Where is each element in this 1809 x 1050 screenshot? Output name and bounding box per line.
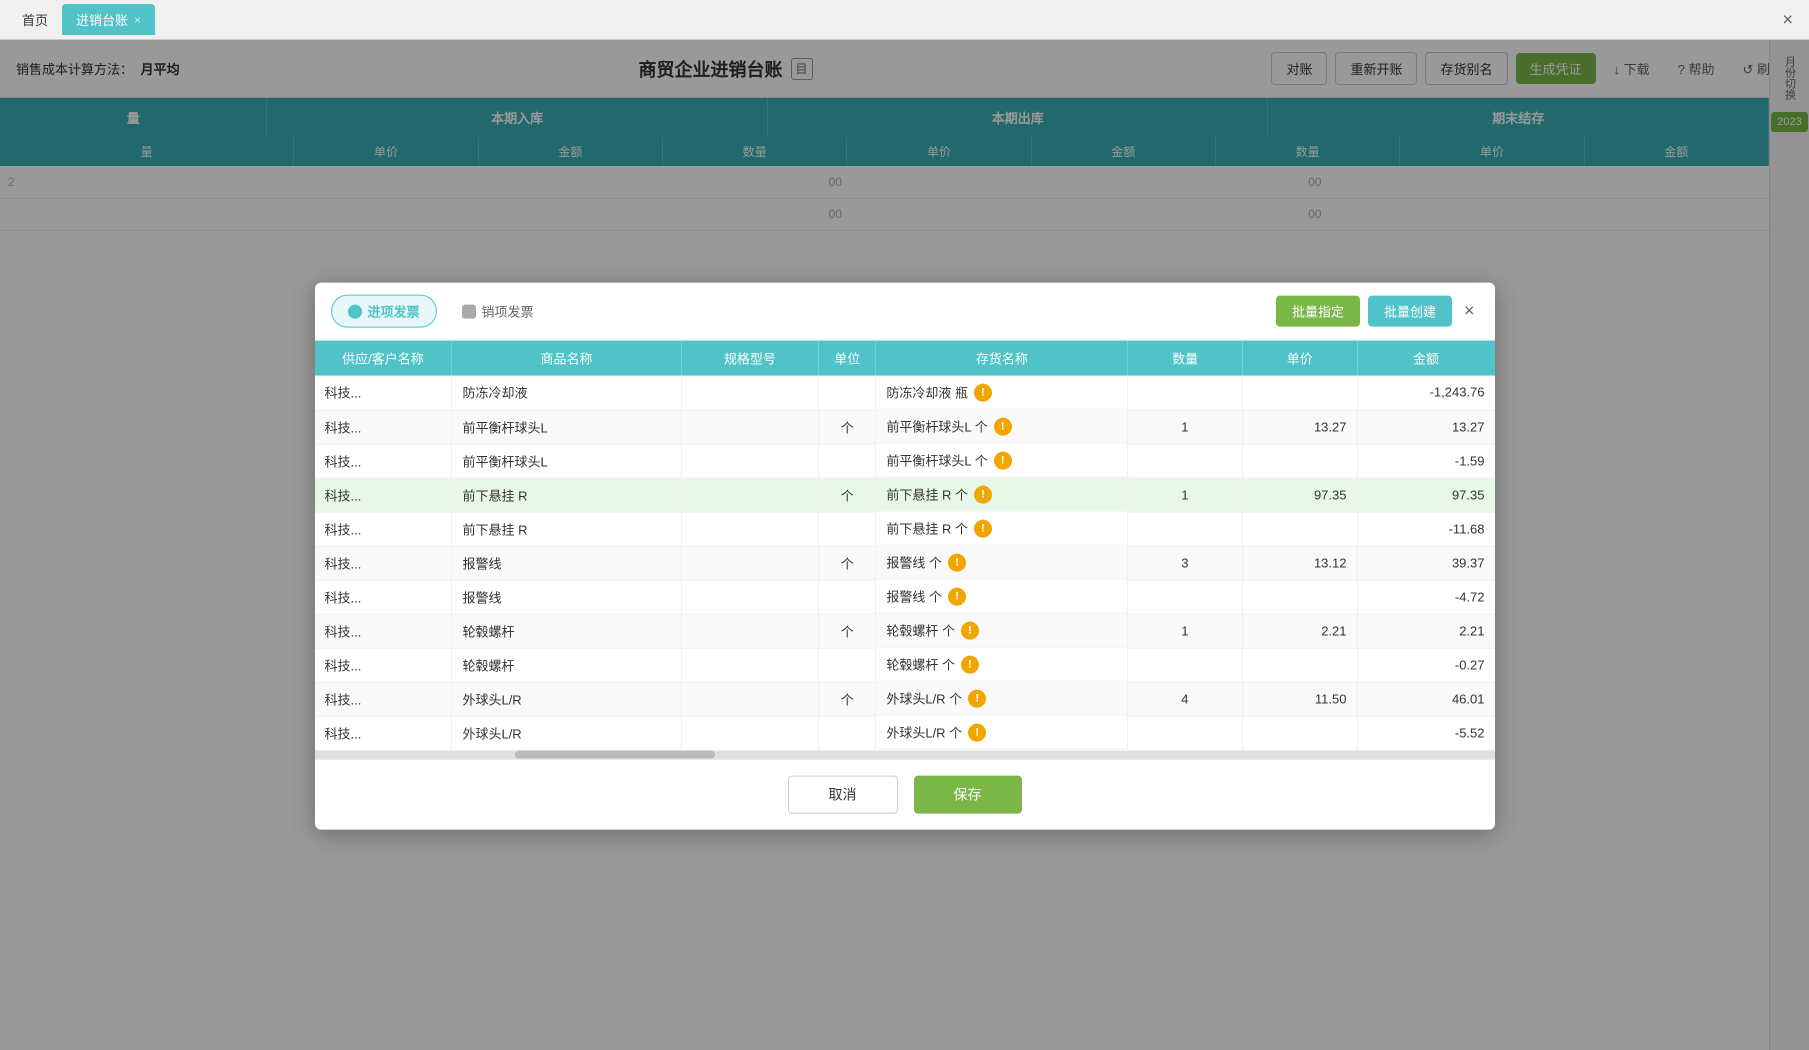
main-page: 销售成本计算方法： 月平均 商贸企业进销台账 目 对账 重新开账 存货别名 生成…	[0, 40, 1809, 1050]
modal-scrollbar-thumb[interactable]	[515, 750, 715, 758]
table-row: 科技...轮毂螺杆个轮毂螺杆 个!12.212.21	[315, 614, 1495, 648]
batch-assign-button[interactable]: 批量指定	[1276, 296, 1360, 327]
modal-dialog: 进项发票 销项发票 批量指定 批量创建 × 供应/客户名称 商品名称	[315, 283, 1495, 830]
modal-close-button[interactable]: ×	[1460, 301, 1479, 322]
warning-icon[interactable]: !	[974, 519, 992, 537]
table-row: 科技...防冻冷却液防冻冷却液 瓶!-1,243.76	[315, 376, 1495, 410]
col-inventory-name: 存货名称	[876, 341, 1128, 376]
table-header-row: 供应/客户名称 商品名称 规格型号 单位 存货名称 数量 单价 金额	[315, 341, 1495, 376]
table-row: 科技...前平衡杆球头L个前平衡杆球头L 个!113.2713.27	[315, 410, 1495, 444]
col-unit: 单位	[819, 341, 876, 376]
modal-body: 供应/客户名称 商品名称 规格型号 单位 存货名称 数量 单价 金额 科技...…	[315, 341, 1495, 759]
warning-icon[interactable]: !	[968, 689, 986, 707]
warning-icon[interactable]: !	[974, 383, 992, 401]
col-quantity: 数量	[1128, 341, 1243, 376]
col-amount: 金额	[1357, 341, 1495, 376]
warning-icon[interactable]: !	[961, 621, 979, 639]
tab-jinxiang-fapiao[interactable]: 进项发票	[331, 295, 437, 328]
window-close-button[interactable]: ×	[1782, 9, 1793, 30]
tab-close-icon[interactable]: ×	[134, 13, 141, 27]
table-row: 科技...外球头L/R外球头L/R 个!-5.52	[315, 716, 1495, 750]
table-row: 科技...前下悬挂 R个前下悬挂 R 个!197.3597.35	[315, 478, 1495, 512]
warning-icon[interactable]: !	[948, 587, 966, 605]
xiaoxiang-icon	[462, 304, 476, 318]
table-row: 科技...报警线报警线 个!-4.72	[315, 580, 1495, 614]
col-spec-model: 规格型号	[681, 341, 818, 376]
warning-icon[interactable]: !	[974, 485, 992, 503]
warning-icon[interactable]: !	[961, 655, 979, 673]
modal-table: 供应/客户名称 商品名称 规格型号 单位 存货名称 数量 单价 金额 科技...…	[315, 341, 1495, 751]
table-row: 科技...轮毂螺杆轮毂螺杆 个!-0.27	[315, 648, 1495, 682]
warning-icon[interactable]: !	[994, 451, 1012, 469]
save-button[interactable]: 保存	[914, 775, 1022, 813]
jinxiang-icon	[348, 304, 362, 318]
modal-header-actions: 批量指定 批量创建	[1276, 296, 1452, 327]
table-row: 科技...外球头L/R个外球头L/R 个!411.5046.01	[315, 682, 1495, 716]
table-row: 科技...前下悬挂 R前下悬挂 R 个!-11.68	[315, 512, 1495, 546]
cancel-button[interactable]: 取消	[788, 775, 898, 813]
warning-icon[interactable]: !	[948, 553, 966, 571]
warning-icon[interactable]: !	[994, 417, 1012, 435]
modal-header: 进项发票 销项发票 批量指定 批量创建 ×	[315, 283, 1495, 341]
table-row: 科技...报警线个报警线 个!313.1239.37	[315, 546, 1495, 580]
batch-create-button[interactable]: 批量创建	[1368, 296, 1452, 327]
tab-ledger[interactable]: 进销台账 ×	[62, 4, 155, 35]
tab-bar: 首页 进销台账 × ×	[0, 0, 1809, 40]
modal-footer: 取消 保存	[315, 758, 1495, 829]
col-supplier: 供应/客户名称	[315, 341, 452, 376]
modal-scrollbar[interactable]	[315, 750, 1495, 758]
tab-xiaoxiang-fapiao[interactable]: 销项发票	[445, 295, 551, 328]
col-product-name: 商品名称	[452, 341, 681, 376]
col-unit-price: 单价	[1242, 341, 1357, 376]
warning-icon[interactable]: !	[968, 723, 986, 741]
modal-table-wrapper[interactable]: 供应/客户名称 商品名称 规格型号 单位 存货名称 数量 单价 金额 科技...…	[315, 341, 1495, 751]
table-row: 科技...前平衡杆球头L前平衡杆球头L 个!-1.59	[315, 444, 1495, 478]
tab-home[interactable]: 首页	[8, 4, 62, 35]
